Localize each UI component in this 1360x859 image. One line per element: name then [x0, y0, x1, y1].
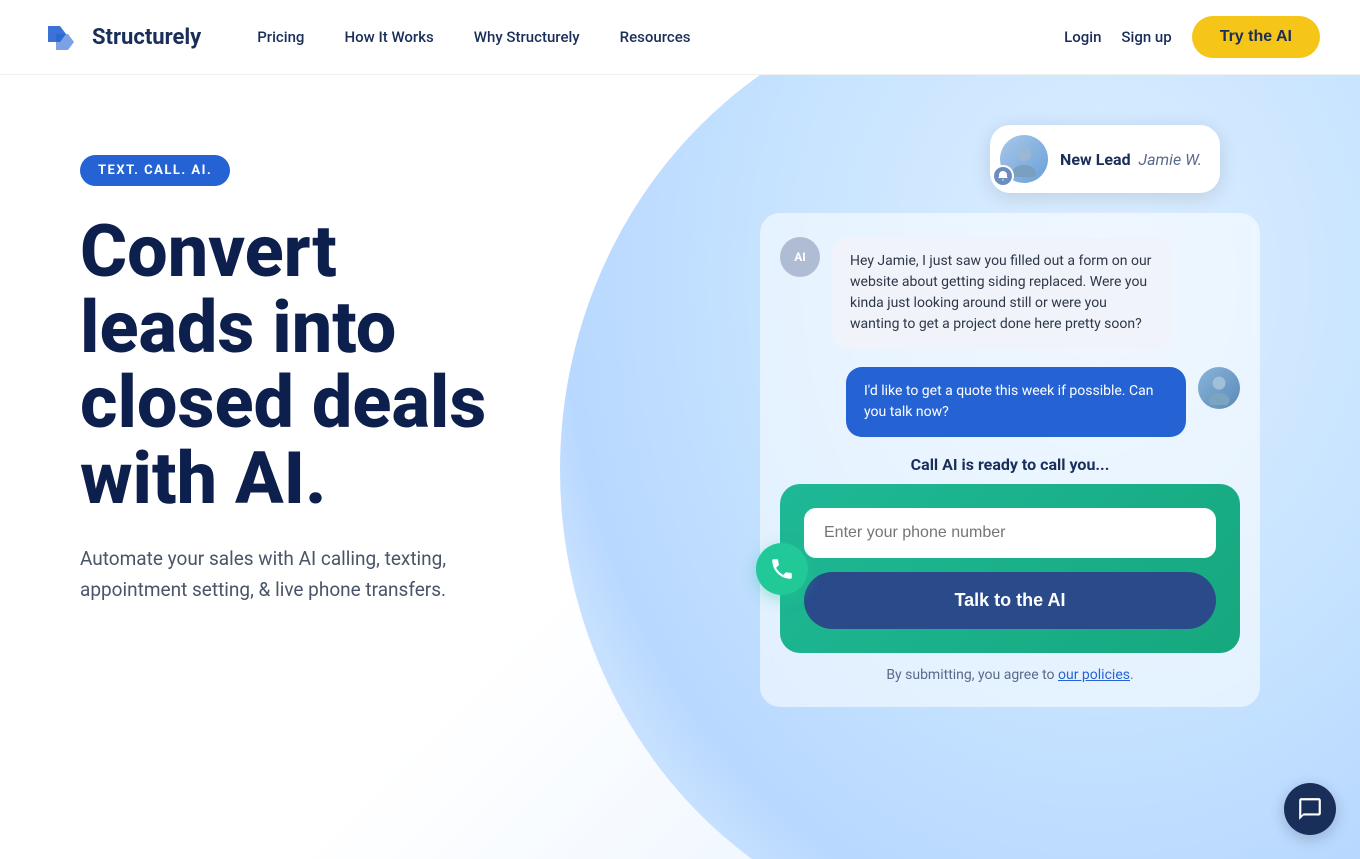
- ai-message-bubble: Hey Jamie, I just saw you filled out a f…: [832, 237, 1172, 349]
- nav-why[interactable]: Why Structurely: [458, 20, 596, 54]
- ai-message-row: AI Hey Jamie, I just saw you filled out …: [780, 237, 1240, 349]
- call-cta-section: Call AI is ready to call you... Talk to …: [780, 455, 1240, 683]
- nav-resources[interactable]: Resources: [604, 20, 707, 54]
- new-lead-notification: New Lead Jamie W.: [990, 125, 1220, 193]
- chat-support-icon: [1297, 796, 1323, 822]
- new-lead-label: New Lead: [1060, 150, 1131, 169]
- hero-title-line4: with AI.: [80, 436, 326, 521]
- try-ai-button[interactable]: Try the AI: [1192, 16, 1320, 58]
- hero-title: Convert leads into closed deals with AI.: [80, 214, 620, 516]
- chat-area: AI Hey Jamie, I just saw you filled out …: [760, 213, 1260, 707]
- hero-section: TEXT. CALL. AI. Convert leads into close…: [0, 75, 1360, 859]
- phone-float-icon: [756, 543, 808, 595]
- policy-link[interactable]: our policies: [1058, 667, 1130, 683]
- notif-text: New Lead Jamie W.: [1060, 150, 1202, 169]
- hero-left: TEXT. CALL. AI. Convert leads into close…: [0, 75, 680, 665]
- navbar: Structurely Pricing How It Works Why Str…: [0, 0, 1360, 75]
- chat-demo: New Lead Jamie W. AI Hey Jamie, I just s…: [760, 125, 1260, 707]
- ai-badge: AI: [780, 237, 820, 277]
- user-avatar-icon: [1202, 371, 1236, 405]
- hero-right: New Lead Jamie W. AI Hey Jamie, I just s…: [680, 75, 1360, 707]
- nav-how-it-works[interactable]: How It Works: [328, 20, 449, 54]
- login-link[interactable]: Login: [1064, 28, 1101, 46]
- policy-text-after: .: [1130, 667, 1134, 683]
- user-avatar: [1198, 367, 1240, 409]
- notif-avatar-container: [1000, 135, 1048, 183]
- logo-text: Structurely: [92, 25, 201, 50]
- call-ready-text: Call AI is ready to call you...: [780, 455, 1240, 474]
- policy-text: By submitting, you agree to our policies…: [780, 667, 1240, 683]
- call-card: Talk to the AI: [780, 484, 1240, 653]
- signup-link[interactable]: Sign up: [1121, 28, 1171, 46]
- chat-support-widget[interactable]: [1284, 783, 1336, 835]
- hero-badge: TEXT. CALL. AI.: [80, 155, 230, 186]
- nav-pricing[interactable]: Pricing: [241, 20, 320, 54]
- hero-title-line3: closed deals: [80, 360, 486, 445]
- nav-links: Pricing How It Works Why Structurely Res…: [241, 20, 1064, 54]
- hero-title-line2: leads into: [80, 285, 396, 370]
- user-message-bubble: I'd like to get a quote this week if pos…: [846, 367, 1186, 437]
- hero-subtitle: Automate your sales with AI calling, tex…: [80, 544, 540, 605]
- logo-link[interactable]: Structurely: [40, 16, 201, 58]
- bell-icon: [992, 165, 1014, 187]
- hero-title-line1: Convert: [80, 209, 337, 294]
- nav-right: Login Sign up Try the AI: [1064, 16, 1320, 58]
- talk-to-ai-button[interactable]: Talk to the AI: [804, 572, 1216, 629]
- user-message-row: I'd like to get a quote this week if pos…: [780, 367, 1240, 437]
- policy-text-before: By submitting, you agree to: [886, 667, 1058, 683]
- logo-icon: [40, 16, 82, 58]
- phone-input[interactable]: [804, 508, 1216, 558]
- lead-name: Jamie W.: [1139, 150, 1202, 169]
